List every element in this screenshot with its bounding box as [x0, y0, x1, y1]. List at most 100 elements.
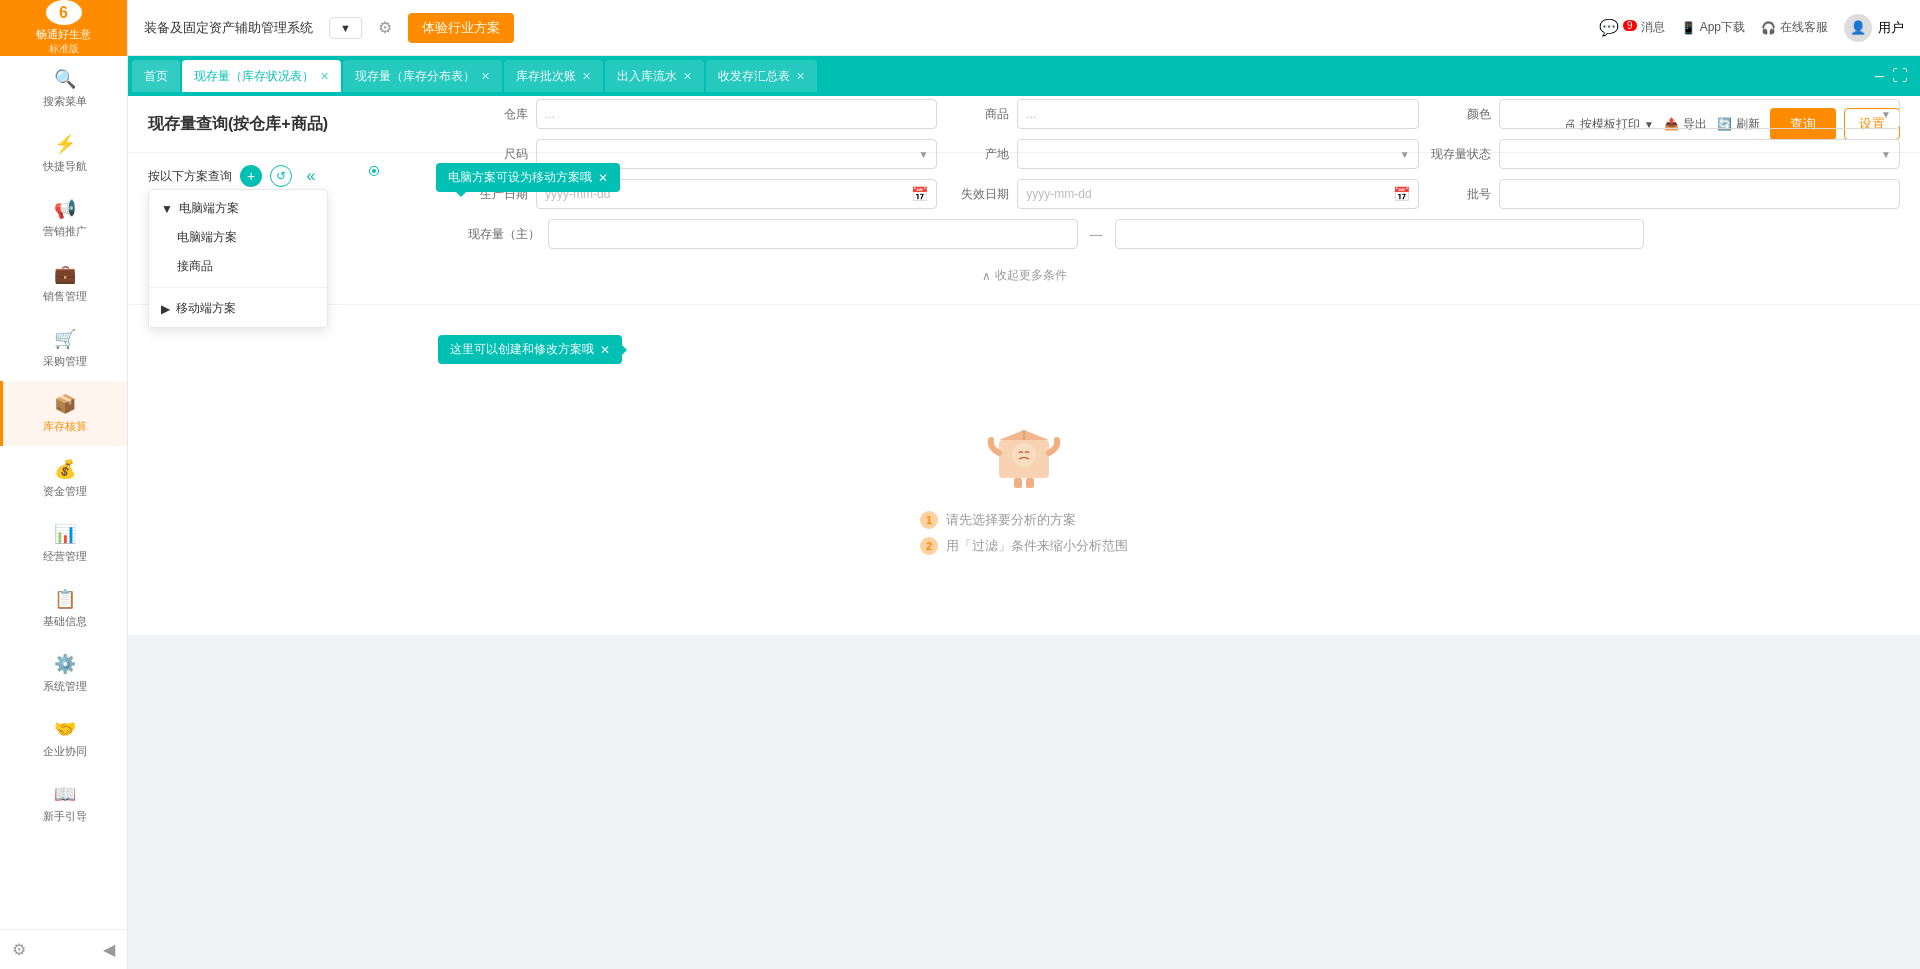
- filter-row-3: 生产日期 yyyy-mm-dd 📅 失效日期 yyyy-mm-dd 📅: [468, 179, 1900, 209]
- sidebar-label-0: 搜索菜单: [43, 94, 87, 109]
- scheme-group-desktop-header[interactable]: ▼ 电脑端方案: [149, 194, 327, 223]
- tab-inout-close[interactable]: ✕: [683, 70, 692, 83]
- filter-field-color: 颜色 ▼: [1431, 99, 1900, 129]
- tab-minus-icon[interactable]: –: [1875, 67, 1884, 85]
- expiry-date-label: 失效日期: [949, 186, 1009, 203]
- tab-expand-icon[interactable]: ⛶: [1892, 67, 1908, 85]
- sidebar-icon-2: 📢: [54, 198, 76, 220]
- svg-rect-2: [1014, 478, 1022, 488]
- collapse-up-icon: ∧: [982, 269, 991, 283]
- sidebar-icon-10: 🤝: [54, 718, 76, 740]
- goods-input[interactable]: ...: [1017, 99, 1418, 129]
- app-download-action[interactable]: 📱 App下载: [1681, 19, 1745, 36]
- stock-status-dropdown-icon: ▼: [1881, 149, 1891, 160]
- scheme-mobile-label: 移动端方案: [176, 300, 236, 317]
- sidebar-item-4[interactable]: 🛒 采购管理: [0, 316, 127, 381]
- scheme-desktop-label: 电脑端方案: [179, 200, 239, 217]
- message-action[interactable]: 💬 9 消息: [1599, 18, 1665, 37]
- sidebar-icon-6: 💰: [54, 458, 76, 480]
- sidebar-item-1[interactable]: ⚡ 快捷导航: [0, 121, 127, 186]
- sidebar-footer: ⚙ ◀: [0, 929, 127, 969]
- scheme-item-goods[interactable]: 接商品: [149, 252, 327, 281]
- collapse-icon[interactable]: ◀: [103, 940, 115, 959]
- sidebar-item-7[interactable]: 📊 经营管理: [0, 511, 127, 576]
- sidebar-label-6: 资金管理: [43, 484, 87, 499]
- prod-date-cal-icon: 📅: [911, 186, 928, 202]
- warehouse-input[interactable]: ...: [536, 99, 937, 129]
- sidebar-item-10[interactable]: 🤝 企业协同: [0, 706, 127, 771]
- step-1-text: 请先选择要分析的方案: [946, 511, 1076, 529]
- sidebar-item-8[interactable]: 📋 基础信息: [0, 576, 127, 641]
- scheme-group-mobile-header[interactable]: ▶ 移动端方案: [149, 294, 327, 323]
- sidebar-item-11[interactable]: 📖 新手引导: [0, 771, 127, 836]
- filter-field-stock-main: 现存量（主） —: [468, 219, 1900, 249]
- user-avatar[interactable]: 👤 用户: [1844, 14, 1904, 42]
- sidebar: 6 畅通好生意 标准版 🔍 搜索菜单 ⚡ 快捷导航 📢 营销推广 💼 销售管理 …: [0, 0, 128, 969]
- batch-input[interactable]: [1499, 179, 1900, 209]
- filter-add-button[interactable]: +: [240, 165, 262, 187]
- sidebar-item-3[interactable]: 💼 销售管理: [0, 251, 127, 316]
- sidebar-item-6[interactable]: 💰 资金管理: [0, 446, 127, 511]
- experience-button[interactable]: 体验行业方案: [408, 13, 514, 43]
- tab-stock-status-close[interactable]: ✕: [320, 70, 329, 83]
- filter-row-4: 现存量（主） —: [468, 219, 1900, 249]
- app-name: 畅通好生意: [36, 27, 91, 42]
- header-actions: 💬 9 消息 📱 App下载 🎧 在线客服 👤 用户: [1599, 14, 1904, 42]
- app-download-label: App下载: [1700, 19, 1745, 36]
- sidebar-icon-3: 💼: [54, 263, 76, 285]
- filter-section: 按以下方案查询 + ↺ « ▼ 电脑端方案 电脑端方案 接商品: [128, 153, 1920, 305]
- sidebar-label-11: 新手引导: [43, 809, 87, 824]
- sidebar-item-9[interactable]: ⚙️ 系统管理: [0, 641, 127, 706]
- top-header: 装备及固定资产辅助管理系统 ▼ ⚙ 体验行业方案 💬 9 消息 📱 App下载 …: [128, 0, 1920, 56]
- tab-summary[interactable]: 收发存汇总表 ✕: [706, 60, 817, 92]
- scheme-desktop-arrow: ▼: [161, 202, 173, 216]
- sidebar-logo: 6 畅通好生意 标准版: [0, 0, 127, 56]
- filter-back-button[interactable]: «: [300, 165, 322, 187]
- header-settings-icon[interactable]: ⚙: [378, 18, 392, 37]
- filter-rows: 仓库 ... 商品 ... 颜色: [468, 99, 1900, 249]
- sidebar-icon-9: ⚙️: [54, 653, 76, 675]
- filter-row-2: 尺码 ▼ 产地 ▼: [468, 139, 1900, 169]
- tab-batch[interactable]: 库存批次账 ✕: [504, 60, 603, 92]
- stock-main-to-input[interactable]: [1115, 219, 1645, 249]
- tab-stock-dist-close[interactable]: ✕: [481, 70, 490, 83]
- collapse-bar[interactable]: ∧ 收起更多条件: [148, 259, 1900, 292]
- sidebar-label-4: 采购管理: [43, 354, 87, 369]
- tab-inout[interactable]: 出入库流水 ✕: [605, 60, 704, 92]
- expiry-date-input[interactable]: yyyy-mm-dd 📅: [1017, 179, 1418, 209]
- sidebar-label-5: 库存核算: [43, 419, 87, 434]
- scheme-item-desktop[interactable]: 电脑端方案: [149, 223, 327, 252]
- headset-icon: 🎧: [1761, 21, 1776, 35]
- online-service-label: 在线客服: [1780, 19, 1828, 36]
- tab-stock-dist[interactable]: 现存量（库存分布表） ✕: [343, 60, 502, 92]
- filter-refresh-button[interactable]: ↺: [270, 165, 292, 187]
- filter-field-origin: 产地 ▼: [949, 139, 1418, 169]
- tooltip-edit: 这里可以创建和修改方案哦 ✕: [438, 335, 622, 364]
- tooltip-scheme-close[interactable]: ✕: [598, 171, 608, 185]
- step-num-1: 1: [920, 511, 938, 529]
- settings-icon[interactable]: ⚙: [12, 940, 26, 959]
- tab-summary-close[interactable]: ✕: [796, 70, 805, 83]
- tab-stock-status[interactable]: 现存量（库存状况表） ✕: [182, 60, 341, 92]
- tab-stock-status-label: 现存量（库存状况表）: [194, 68, 314, 85]
- system-select[interactable]: ▼: [329, 17, 362, 39]
- empty-illustration: [969, 385, 1079, 495]
- tab-home[interactable]: 首页: [132, 60, 180, 92]
- filter-field-stock-status: 现存量状态 ▼: [1431, 139, 1900, 169]
- sidebar-item-0[interactable]: 🔍 搜索菜单: [0, 56, 127, 121]
- tab-batch-close[interactable]: ✕: [582, 70, 591, 83]
- online-service-action[interactable]: 🎧 在线客服: [1761, 19, 1828, 36]
- stock-main-from-input[interactable]: [548, 219, 1078, 249]
- stock-status-select[interactable]: ▼: [1499, 139, 1900, 169]
- tooltip-edit-close[interactable]: ✕: [600, 343, 610, 357]
- stock-main-label: 现存量（主）: [468, 226, 540, 243]
- origin-select[interactable]: ▼: [1017, 139, 1418, 169]
- color-select[interactable]: ▼: [1499, 99, 1900, 129]
- empty-steps: 1 请先选择要分析的方案 2 用「过滤」条件来缩小分析范围: [920, 511, 1128, 555]
- sidebar-item-5[interactable]: 📦 库存核算: [0, 381, 127, 446]
- svg-point-1: [1012, 443, 1036, 467]
- sidebar-icon-4: 🛒: [54, 328, 76, 350]
- page-title: 现存量查询(按仓库+商品): [148, 114, 328, 135]
- scheme-divider: [149, 287, 327, 288]
- sidebar-item-2[interactable]: 📢 营销推广: [0, 186, 127, 251]
